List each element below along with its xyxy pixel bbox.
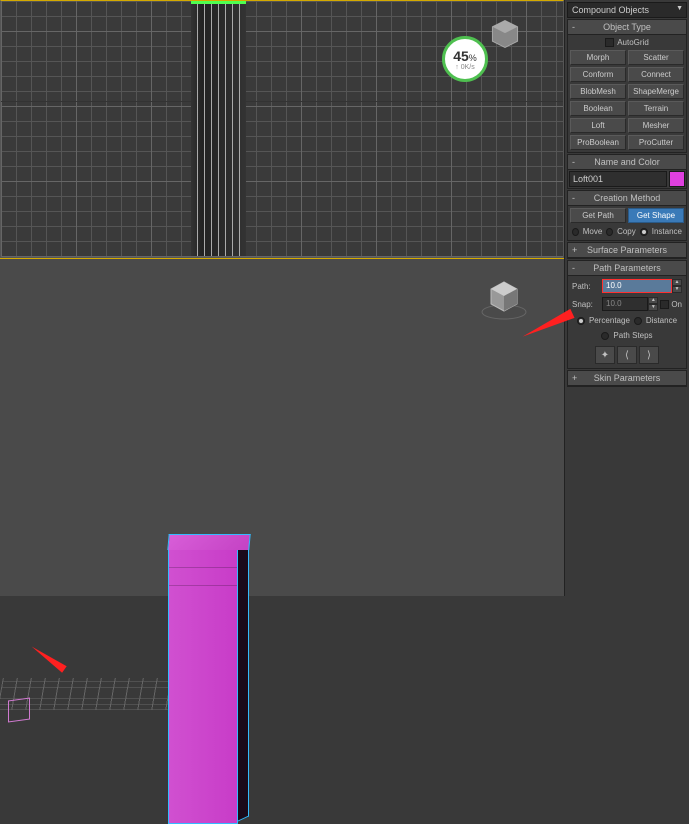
autogrid-label: AutoGrid	[617, 38, 649, 47]
path-label: Path:	[572, 282, 600, 291]
boolean-button[interactable]: Boolean	[570, 101, 626, 116]
command-panel: Compound Objects Object Type AutoGrid Mo…	[564, 0, 689, 596]
conform-button[interactable]: Conform	[570, 67, 626, 82]
pick-shape-icon[interactable]: ✦	[595, 346, 615, 364]
object-name-input[interactable]: Loft001	[569, 171, 667, 187]
rollout-header-path-params[interactable]: Path Parameters	[568, 261, 686, 276]
viewcube-top[interactable]	[487, 16, 523, 52]
object-color-swatch[interactable]	[669, 171, 685, 187]
rollout-surface-params: Surface Parameters	[567, 242, 687, 259]
snap-label: Snap:	[572, 300, 600, 309]
category-dropdown[interactable]: Compound Objects	[567, 2, 687, 18]
rollout-header-name-color[interactable]: Name and Color	[568, 155, 686, 170]
snap-on-checkbox[interactable]	[660, 300, 669, 309]
rollout-header-object-type[interactable]: Object Type	[568, 20, 686, 35]
path-spinner-up[interactable]: ▲	[672, 279, 682, 286]
terrain-button[interactable]: Terrain	[628, 101, 684, 116]
grid-top	[1, 1, 563, 257]
prev-shape-icon[interactable]: ⟨	[617, 346, 637, 364]
connect-button[interactable]: Connect	[628, 67, 684, 82]
perf-value: 45	[453, 48, 469, 64]
annotation-arrow-1	[29, 643, 66, 672]
get-path-button[interactable]: Get Path	[570, 208, 626, 223]
percentage-radio[interactable]	[577, 317, 585, 325]
rollout-name-color: Name and Color Loft001	[567, 154, 687, 189]
snap-spinner-up[interactable]: ▲	[648, 297, 658, 304]
shapemerge-button[interactable]: ShapeMerge	[628, 84, 684, 99]
viewport-top[interactable]: 45% ↑ 0K/s	[0, 0, 564, 258]
blobmesh-button[interactable]: BlobMesh	[570, 84, 626, 99]
proboolean-button[interactable]: ProBoolean	[570, 135, 626, 150]
morph-button[interactable]: Morph	[570, 50, 626, 65]
next-shape-icon[interactable]: ⟩	[639, 346, 659, 364]
rollout-header-surface-params[interactable]: Surface Parameters	[568, 243, 686, 258]
loft-object-top[interactable]	[191, 1, 246, 256]
loft-object-persp[interactable]	[168, 534, 250, 824]
viewcube-persp[interactable]	[479, 274, 529, 324]
axis-horizontal	[1, 101, 563, 102]
mesher-button[interactable]: Mesher	[628, 118, 684, 133]
instance-radio[interactable]	[640, 228, 648, 236]
performance-badge: 45% ↑ 0K/s	[442, 36, 488, 82]
autogrid-checkbox[interactable]	[605, 38, 614, 47]
rollout-skin-params: Skin Parameters	[567, 370, 687, 387]
snap-spinner-down[interactable]: ▼	[648, 304, 658, 311]
distance-radio[interactable]	[634, 317, 642, 325]
move-radio[interactable]	[572, 228, 579, 236]
path-spinner-down[interactable]: ▼	[672, 286, 682, 293]
procutter-button[interactable]: ProCutter	[628, 135, 684, 150]
viewport-perspective[interactable]	[0, 258, 564, 596]
shape-outline	[8, 697, 30, 722]
loft-button[interactable]: Loft	[570, 118, 626, 133]
rollout-header-skin-params[interactable]: Skin Parameters	[568, 371, 686, 386]
copy-radio[interactable]	[606, 228, 613, 236]
rollout-header-creation-method[interactable]: Creation Method	[568, 191, 686, 206]
perf-unit: ↑ 0K/s	[455, 64, 474, 71]
rollout-object-type: Object Type AutoGrid MorphScatter Confor…	[567, 19, 687, 153]
snap-spinner[interactable]: 10.0	[602, 297, 648, 311]
scatter-button[interactable]: Scatter	[628, 50, 684, 65]
rollout-path-params: Path Parameters Path: 10.0▲▼ Snap: 10.0▲…	[567, 260, 687, 369]
path-spinner[interactable]: 10.0	[602, 279, 672, 293]
get-shape-button[interactable]: Get Shape	[628, 208, 684, 223]
pathsteps-radio[interactable]	[601, 332, 609, 340]
rollout-creation-method: Creation Method Get PathGet Shape Move C…	[567, 190, 687, 241]
